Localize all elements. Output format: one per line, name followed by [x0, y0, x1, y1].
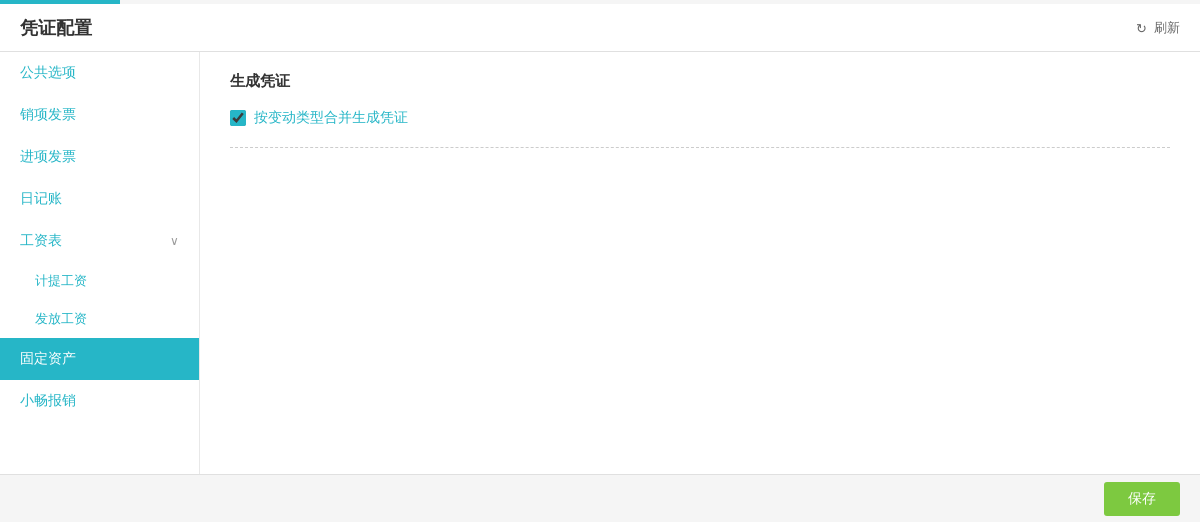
- sidebar-item-public-options[interactable]: 公共选项: [0, 52, 199, 94]
- sidebar-item-label: 销项发票: [20, 106, 76, 124]
- sidebar-item-label: 计提工资: [35, 273, 87, 288]
- save-button[interactable]: 保存: [1104, 482, 1180, 516]
- content-area: 生成凭证 按变动类型合并生成凭证: [200, 52, 1200, 474]
- sidebar-item-pay-salary[interactable]: 发放工资: [0, 300, 199, 338]
- refresh-label: 刷新: [1154, 19, 1180, 37]
- section-divider: [230, 147, 1170, 148]
- page-title: 凭证配置: [20, 16, 92, 40]
- sidebar-item-label: 日记账: [20, 190, 62, 208]
- refresh-icon: ↻: [1136, 21, 1150, 35]
- sidebar-item-label: 进项发票: [20, 148, 76, 166]
- sidebar-item-sales-invoice[interactable]: 销项发票: [0, 94, 199, 136]
- refresh-button[interactable]: ↻ 刷新: [1136, 19, 1180, 37]
- sidebar-item-petty-cash[interactable]: 小畅报销: [0, 380, 199, 422]
- checkbox-row: 按变动类型合并生成凭证: [230, 109, 1170, 127]
- section-title: 生成凭证: [230, 72, 1170, 91]
- sidebar-item-journal[interactable]: 日记账: [0, 178, 199, 220]
- footer: 保存: [0, 474, 1200, 522]
- sidebar-item-fixed-assets[interactable]: 固定资产: [0, 338, 199, 380]
- chevron-down-icon: ∨: [170, 234, 179, 248]
- sidebar-item-purchase-invoice[interactable]: 进项发票: [0, 136, 199, 178]
- main-container: 公共选项 销项发票 进项发票 日记账 工资表 ∨ 计提工资 发放工资 固定资产 …: [0, 52, 1200, 474]
- sidebar-item-label: 小畅报销: [20, 392, 76, 410]
- sidebar-item-calc-salary[interactable]: 计提工资: [0, 262, 199, 300]
- merge-by-type-label[interactable]: 按变动类型合并生成凭证: [254, 109, 408, 127]
- sidebar-item-label: 发放工资: [35, 311, 87, 326]
- sidebar-item-label: 固定资产: [20, 350, 76, 368]
- sidebar: 公共选项 销项发票 进项发票 日记账 工资表 ∨ 计提工资 发放工资 固定资产 …: [0, 52, 200, 474]
- header: 凭证配置 ↻ 刷新: [0, 4, 1200, 52]
- merge-by-type-checkbox[interactable]: [230, 110, 246, 126]
- sidebar-item-label: 工资表: [20, 232, 62, 250]
- sidebar-item-label: 公共选项: [20, 64, 76, 82]
- sidebar-item-payroll[interactable]: 工资表 ∨: [0, 220, 199, 262]
